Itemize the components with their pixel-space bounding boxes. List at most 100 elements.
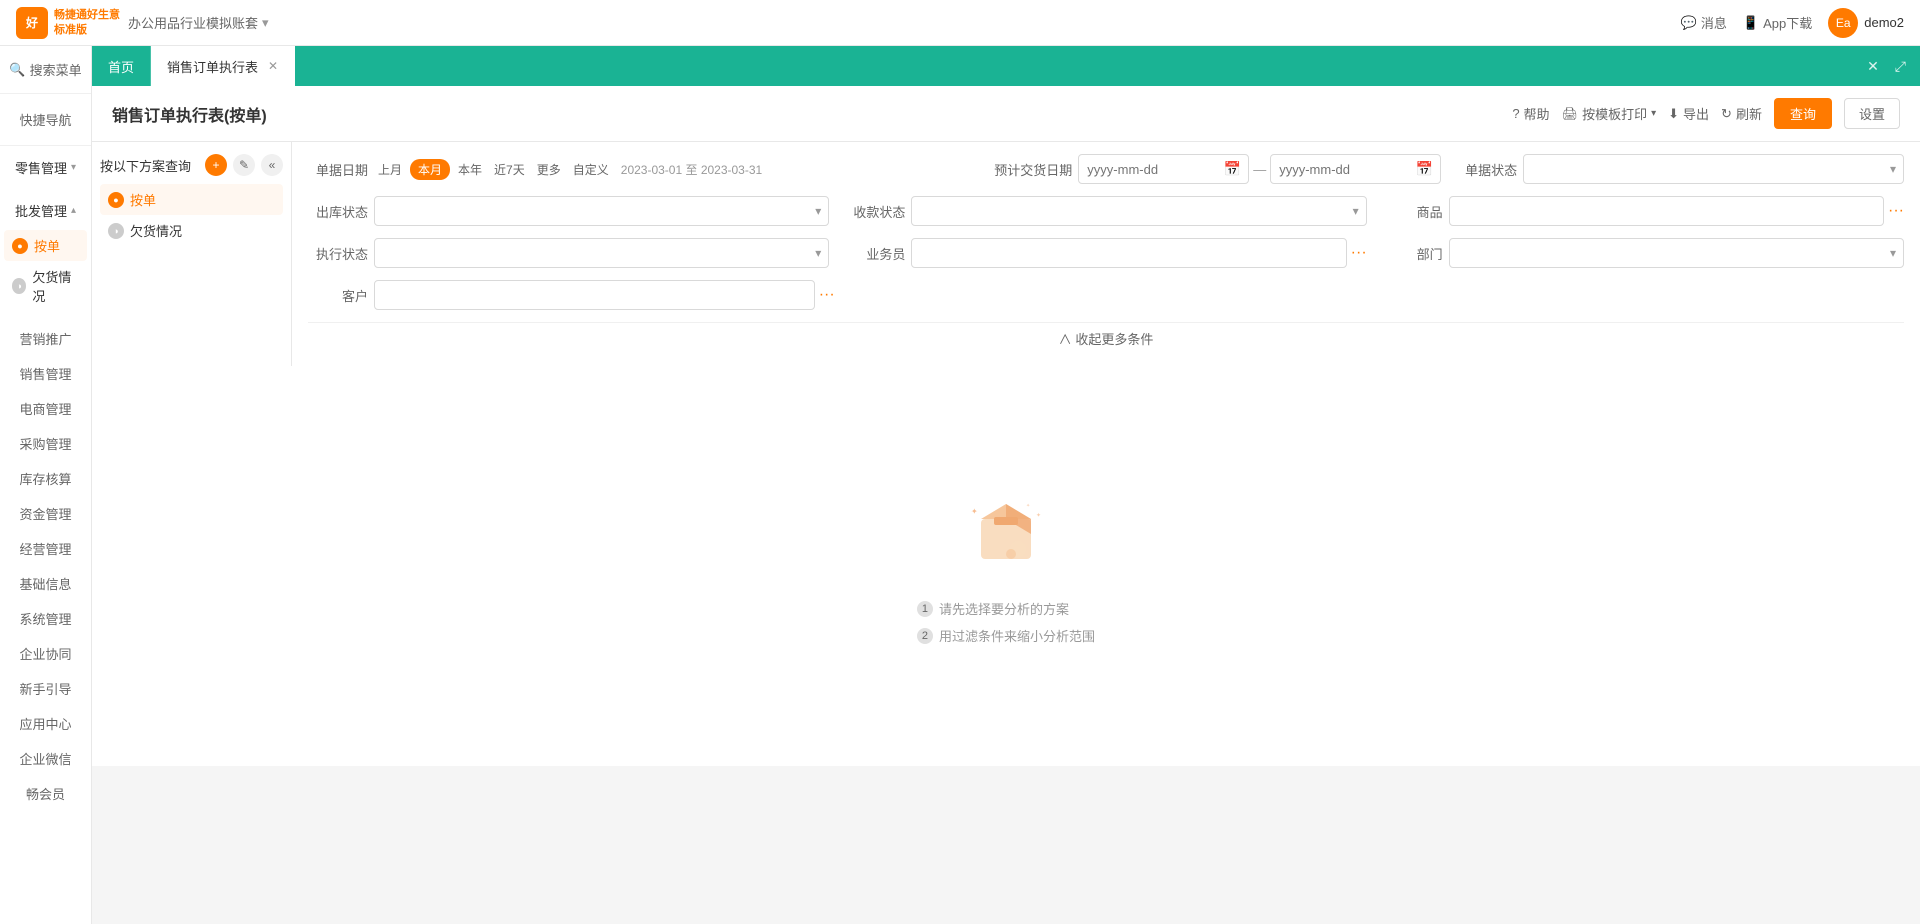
date-this-year-button[interactable]: 本年 — [454, 159, 486, 180]
salesman-more-icon[interactable]: ··· — [1351, 244, 1367, 262]
filter-row-3: 执行状态 业务员 ··· — [308, 238, 1904, 268]
refresh-icon: ↻ — [1721, 106, 1732, 122]
breadcrumb: 办公用品行业模拟账套 ▾ — [128, 13, 269, 32]
breadcrumb-arrow-icon[interactable]: ▾ — [262, 15, 269, 31]
filter-row-1: 单据日期 上月 本月 本年 近7天 更多 自定义 20 — [308, 154, 1904, 184]
template-print-label: 按模板打印 — [1582, 104, 1647, 123]
breadcrumb-text: 办公用品行业模拟账套 — [128, 13, 258, 32]
wechat-label: 企业微信 — [19, 752, 71, 767]
date-last7-button[interactable]: 近7天 — [490, 159, 529, 180]
exec-status-select[interactable] — [374, 238, 829, 268]
app-download-action[interactable]: 📱 App下载 — [1743, 13, 1812, 32]
delivery-status-filter: 出库状态 — [308, 196, 829, 226]
quick-nav-label: 快捷导航 — [19, 113, 71, 128]
sidebar-item-wholesale[interactable]: 批发管理 ▴ — [0, 195, 91, 226]
sidebar-item-inventory[interactable]: 库存核算 — [0, 461, 91, 496]
tab-maximize-button[interactable]: ⤢ — [1889, 54, 1912, 79]
expected-date-end-input[interactable] — [1270, 154, 1441, 184]
customer-more-icon[interactable]: ··· — [819, 286, 835, 304]
collapse-filters-button[interactable]: ∧ 收起更多条件 — [308, 322, 1904, 354]
department-select[interactable] — [1449, 238, 1904, 268]
press-order-icon: ● — [12, 238, 28, 254]
press-order-label: 按单 — [34, 236, 60, 255]
expected-date-filter: 预计交货日期 📅 — 📅 — [994, 154, 1441, 184]
edit-scheme-button[interactable]: ✎ — [233, 154, 255, 176]
collapse-scheme-button[interactable]: « — [261, 154, 283, 176]
bill-status-label: 单据状态 — [1457, 160, 1517, 179]
refresh-action[interactable]: ↻ 刷新 — [1721, 104, 1762, 123]
sidebar-item-enterprise[interactable]: 企业协同 — [0, 636, 91, 671]
tab-minimize-button[interactable]: ✕ — [1861, 54, 1885, 79]
customer-input[interactable] — [374, 280, 815, 310]
user-name: demo2 — [1864, 15, 1904, 30]
date-quick-buttons: 上月 本月 本年 近7天 更多 自定义 — [374, 159, 613, 180]
tab-home[interactable]: 首页 — [92, 46, 151, 86]
message-label: 消息 — [1701, 13, 1727, 32]
tip-1-text: 请先选择要分析的方案 — [939, 599, 1069, 618]
enterprise-label: 企业协同 — [19, 647, 71, 662]
scheme-option-press-order[interactable]: ● 按单 — [100, 184, 283, 215]
tab-sales-order[interactable]: 销售订单执行表 ✕ — [151, 46, 295, 86]
sidebar-item-wechat[interactable]: 企业微信 — [0, 741, 91, 776]
debt-label: 欠货情况 — [32, 267, 79, 305]
tip-1-number: 1 — [917, 601, 933, 617]
delivery-status-select[interactable] — [374, 196, 829, 226]
sidebar-item-finance[interactable]: 资金管理 — [0, 496, 91, 531]
sidebar-item-app-center[interactable]: 应用中心 — [0, 706, 91, 741]
collapse-label: 收起更多条件 — [1075, 332, 1153, 347]
export-label: 导出 — [1683, 104, 1709, 123]
date-last-month-button[interactable]: 上月 — [374, 159, 406, 180]
goods-input[interactable] — [1449, 196, 1884, 226]
user-info[interactable]: Ea demo2 — [1828, 8, 1904, 38]
message-action[interactable]: 💬 消息 — [1681, 13, 1727, 32]
add-scheme-button[interactable]: + — [205, 154, 227, 176]
sidebar-item-operation[interactable]: 经营管理 — [0, 531, 91, 566]
sidebar-subitem-debt[interactable]: ◑ 欠货情况 — [4, 261, 87, 311]
sidebar-item-ecommerce[interactable]: 电商管理 — [0, 391, 91, 426]
export-action[interactable]: ⬇ 导出 — [1668, 104, 1709, 123]
tab-close-icon[interactable]: ✕ — [268, 59, 278, 73]
sidebar-item-quick-nav[interactable]: 快捷导航 — [0, 102, 91, 137]
payment-status-select[interactable] — [911, 196, 1366, 226]
goods-more-icon[interactable]: ··· — [1888, 202, 1904, 220]
sidebar-item-guide[interactable]: 新手引导 — [0, 671, 91, 706]
sidebar-subitem-press-order[interactable]: ● 按单 — [4, 230, 87, 261]
date-more-button[interactable]: 更多 — [533, 159, 565, 180]
sidebar-item-retail[interactable]: 零售管理 ▾ — [0, 152, 91, 183]
date-custom-button[interactable]: 自定义 — [569, 159, 613, 180]
date-this-month-button[interactable]: 本月 — [410, 159, 450, 180]
bill-status-filter: 单据状态 — [1457, 154, 1904, 184]
expected-date-start-input[interactable] — [1078, 154, 1249, 184]
marketing-label: 营销推广 — [19, 332, 71, 347]
exec-status-wrap — [374, 238, 829, 268]
salesman-input[interactable] — [911, 238, 1346, 268]
filter-panel: 按以下方案查询 + ✎ « ● 按单 ◑ 欠货情况 — [92, 142, 1920, 366]
tip-2-number: 2 — [917, 628, 933, 644]
sidebar-item-basic[interactable]: 基础信息 — [0, 566, 91, 601]
search-menu-button[interactable]: 🔍 搜索菜单 — [8, 56, 83, 83]
sidebar-item-member[interactable]: 畅会员 — [0, 776, 91, 811]
tab-home-label: 首页 — [108, 57, 134, 76]
empty-tips-list: 1 请先选择要分析的方案 2 用过滤条件来缩小分析范围 — [917, 599, 1095, 653]
header-left: 好 畅捷通好生意 标准版 办公用品行业模拟账套 ▾ — [16, 7, 269, 39]
logo-icon: 好 — [16, 7, 48, 39]
template-print-action[interactable]: 🖨 按模板打印 ▾ — [1562, 104, 1657, 123]
sidebar-item-sales[interactable]: 销售管理 — [0, 356, 91, 391]
main-layout: 🔍 搜索菜单 快捷导航 零售管理 ▾ 批发管理 ▴ ● — [0, 46, 1920, 924]
sidebar-item-marketing[interactable]: 营销推广 — [0, 321, 91, 356]
help-action[interactable]: ? 帮助 — [1512, 104, 1549, 123]
message-icon: 💬 — [1681, 15, 1697, 31]
settings-button[interactable]: 设置 — [1844, 98, 1900, 129]
page-content: 销售订单执行表(按单) ? 帮助 🖨 按模板打印 ▾ ⬇ 导出 — [92, 86, 1920, 924]
debt-icon: ◑ — [12, 278, 26, 294]
sidebar-item-purchase[interactable]: 采购管理 — [0, 426, 91, 461]
bill-status-select[interactable] — [1523, 154, 1904, 184]
sidebar-item-system[interactable]: 系统管理 — [0, 601, 91, 636]
tip-2-text: 用过滤条件来缩小分析范围 — [939, 626, 1095, 645]
collapse-arrow-icon: ∧ — [1059, 332, 1072, 347]
query-button[interactable]: 查询 — [1774, 98, 1832, 129]
goods-control: ··· — [1449, 196, 1904, 226]
retail-arrow-icon: ▾ — [71, 162, 76, 173]
expected-date-control: 📅 — 📅 — [1078, 154, 1441, 184]
scheme-option-debt[interactable]: ◑ 欠货情况 — [100, 215, 283, 246]
